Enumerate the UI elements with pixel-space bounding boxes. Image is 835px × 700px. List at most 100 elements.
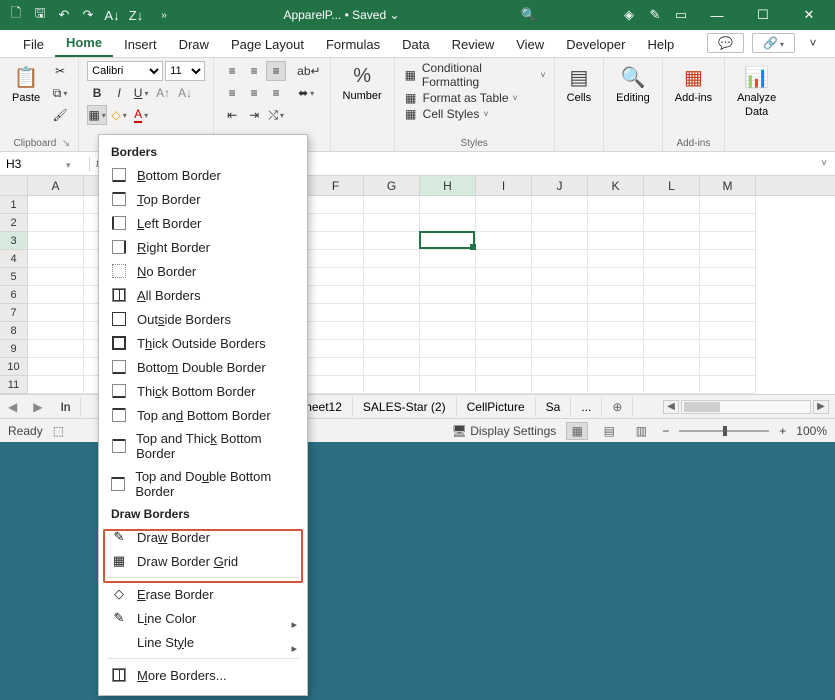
cell[interactable] [476,304,532,322]
tab-review[interactable]: Review [441,32,506,57]
hscroll-thumb[interactable] [684,402,720,412]
tab-file[interactable]: File [12,32,55,57]
number-format-button[interactable]: % Number [339,61,386,106]
cell[interactable] [364,376,420,394]
font-size-select[interactable]: 11 [165,61,205,81]
cell[interactable] [700,250,756,268]
more-borders-item[interactable]: More Borders... [99,663,307,687]
paste-button[interactable]: 📋 Paste [8,61,44,125]
bottom-double-border-item[interactable]: Bottom Double Border [99,355,307,379]
cell-styles-button[interactable]: ▦Cell Styles ˅ [403,107,546,121]
align-center-icon[interactable]: ≡ [244,83,264,103]
cell[interactable] [28,232,84,250]
cell[interactable] [588,196,644,214]
col-header-a[interactable]: A [28,176,84,195]
row-header-10[interactable]: 10 [0,358,28,376]
sheet-tab-partial2[interactable]: Sa [536,397,572,417]
cell[interactable] [588,304,644,322]
tab-view[interactable]: View [505,32,555,57]
align-left-icon[interactable]: ≡ [222,83,242,103]
copy-icon[interactable]: ⧉ [50,83,70,103]
sort-asc-icon[interactable]: A↓ [102,5,122,25]
addins-button[interactable]: ▦Add-ins [671,61,716,108]
cell[interactable] [308,268,364,286]
wrap-text-icon[interactable]: ab↵ [296,61,321,81]
hscroll-right-icon[interactable]: ▶ [813,400,829,414]
select-all-corner[interactable] [0,176,28,195]
line-style-item[interactable]: Line Style [99,630,307,654]
align-middle-icon[interactable]: ≡ [244,61,264,81]
cell[interactable] [364,268,420,286]
cell[interactable] [420,304,476,322]
sheet-nav-next-icon[interactable]: ▶ [25,400,50,414]
cell[interactable] [420,376,476,394]
col-header-h[interactable]: H [420,176,476,195]
cell[interactable] [700,340,756,358]
col-header-m[interactable]: M [700,176,756,195]
right-border-item[interactable]: Right Border [99,235,307,259]
cell[interactable] [700,232,756,250]
cell[interactable] [644,232,700,250]
cell[interactable] [700,196,756,214]
format-as-table-button[interactable]: ▦Format as Table ˅ [403,91,546,105]
col-header-g[interactable]: G [364,176,420,195]
cell[interactable] [532,340,588,358]
cell[interactable] [308,196,364,214]
tab-draw[interactable]: Draw [168,32,220,57]
clipboard-launcher-icon[interactable]: ↘ [62,138,70,149]
col-header-k[interactable]: K [588,176,644,195]
cell[interactable] [364,286,420,304]
cell[interactable] [588,214,644,232]
minimize-button[interactable]: — [697,8,737,23]
row-header-3[interactable]: 3 [0,232,28,250]
borders-button[interactable]: ▦ [87,105,107,125]
hscroll-left-icon[interactable]: ◀ [663,400,679,414]
cell[interactable] [28,250,84,268]
cell[interactable] [364,250,420,268]
cell[interactable] [588,322,644,340]
sheet-tab-cellpicture[interactable]: CellPicture [457,397,536,417]
conditional-formatting-button[interactable]: ▦Conditional Formatting ˅ [403,61,546,89]
italic-button[interactable]: I [109,83,129,103]
cell[interactable] [476,358,532,376]
cell[interactable] [476,250,532,268]
tab-developer[interactable]: Developer [555,32,636,57]
tab-page-layout[interactable]: Page Layout [220,32,315,57]
cell[interactable] [532,268,588,286]
cut-icon[interactable]: ✂ [50,61,70,81]
cell[interactable] [532,376,588,394]
cell[interactable] [28,268,84,286]
cell[interactable] [308,340,364,358]
cell[interactable] [588,340,644,358]
analyze-data-button[interactable]: 📊AnalyzeData [733,61,780,122]
tab-data[interactable]: Data [391,32,440,57]
cell[interactable] [700,358,756,376]
cell[interactable] [644,214,700,232]
cell[interactable] [532,250,588,268]
cell[interactable] [644,322,700,340]
align-top-icon[interactable]: ≡ [222,61,242,81]
merge-center-icon[interactable]: ⬌ [296,83,316,103]
cell[interactable] [28,376,84,394]
cell[interactable] [700,376,756,394]
zoom-out-button[interactable]: − [662,424,669,438]
decrease-font-icon[interactable]: A↓ [175,83,195,103]
cell[interactable] [308,214,364,232]
cell[interactable] [644,286,700,304]
row-header-6[interactable]: 6 [0,286,28,304]
cell[interactable] [644,376,700,394]
cell[interactable] [364,340,420,358]
cell[interactable] [28,214,84,232]
cell[interactable] [28,286,84,304]
undo-icon[interactable]: ↶ [54,5,74,25]
page-layout-view-icon[interactable]: ▤ [598,422,620,440]
cell[interactable] [28,322,84,340]
editing-button[interactable]: 🔍Editing [612,61,654,108]
erase-border-item[interactable]: ◇Erase Border [99,582,307,606]
row-header-1[interactable]: 1 [0,196,28,214]
title-dropdown-icon[interactable]: ⌄ [390,8,400,22]
cell[interactable] [644,358,700,376]
cell[interactable] [308,322,364,340]
maximize-button[interactable]: ☐ [743,7,783,23]
draw-border-grid-item[interactable]: ▦Draw Border Grid [99,549,307,573]
